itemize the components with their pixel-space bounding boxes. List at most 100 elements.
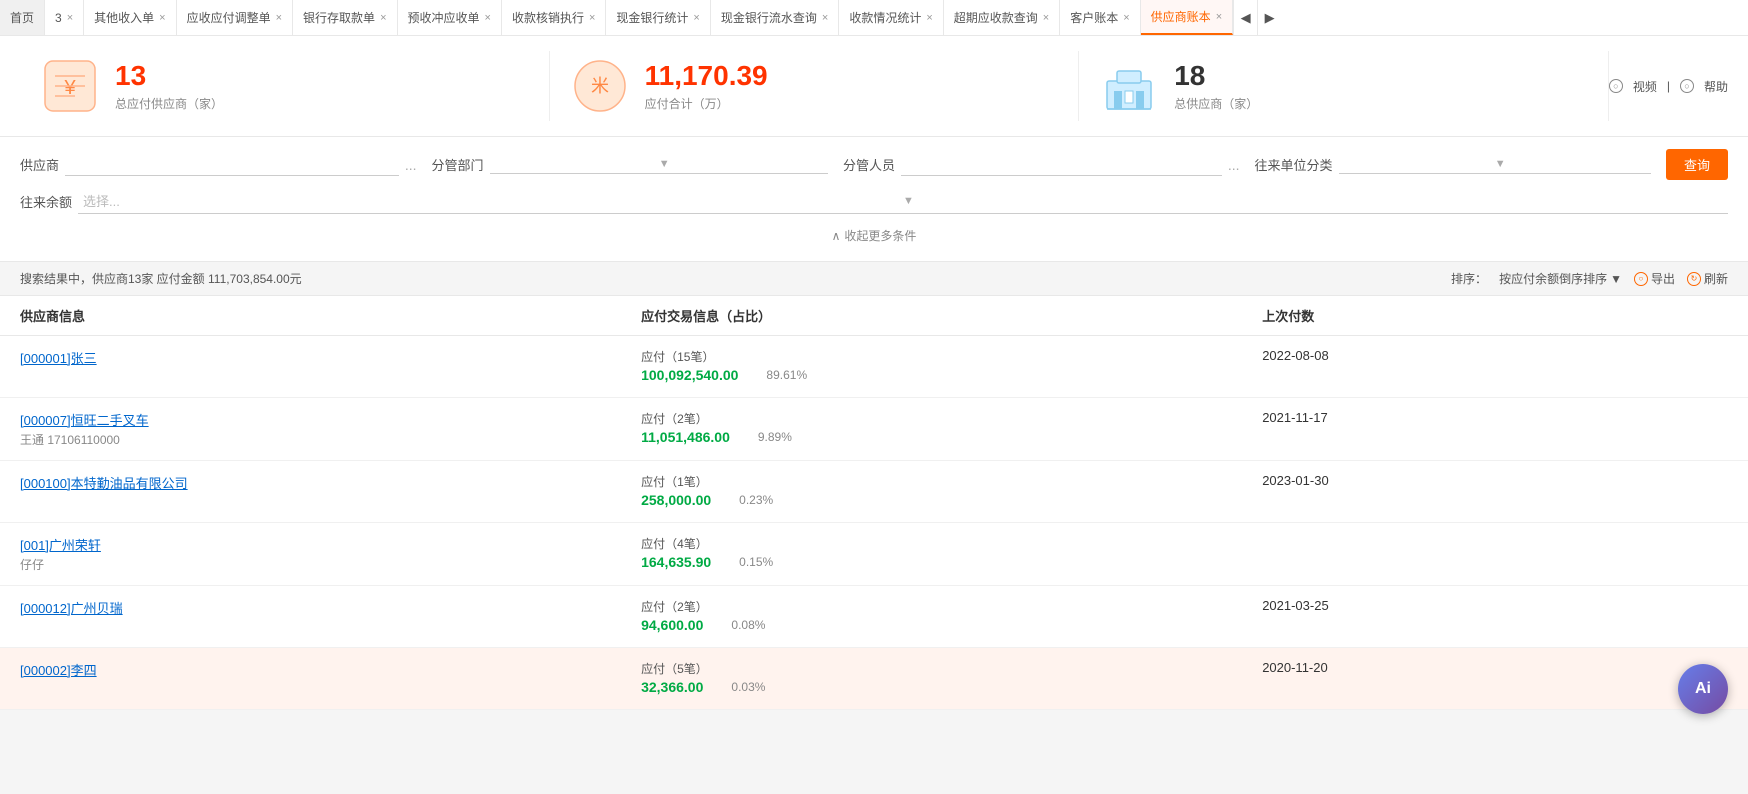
payment-date: 2023-01-30 [1262, 473, 1329, 488]
last-payment-cell: 2022-08-08 [1262, 348, 1728, 363]
supplier-link[interactable]: [000100]本特勤油品有限公司 [20, 476, 188, 491]
refresh-icon: ↻ [1687, 272, 1701, 286]
person-input[interactable] [901, 154, 1222, 176]
trans-amount[interactable]: 258,000.00 [641, 492, 711, 508]
close-icon[interactable]: × [693, 12, 699, 24]
close-icon[interactable]: × [822, 12, 828, 24]
trans-percent: 0.23% [739, 493, 773, 507]
dept-label: 分管部门 [432, 155, 484, 174]
supplier-cell: [000001]张三 [20, 348, 641, 367]
supplier-link[interactable]: [000002]李四 [20, 663, 97, 678]
ai-assistant-button[interactable]: Ai [1678, 664, 1728, 714]
supplier-label: 供应商 [20, 155, 59, 174]
supplier-ellipsis[interactable]: ... [405, 157, 417, 173]
total-suppliers-value: 18 [1174, 60, 1258, 92]
close-icon[interactable]: × [926, 12, 932, 24]
trans-amount[interactable]: 100,092,540.00 [641, 367, 738, 383]
sort-select[interactable]: 按应付余额倒序排序 ▼ [1499, 270, 1622, 287]
nav-tab-ar-ap-adjust[interactable]: 应收应付调整单 × [177, 0, 293, 35]
supplier-link[interactable]: [000007]恒旺二手叉车 [20, 413, 149, 428]
filter-row-2: 往来余额 选择... ▼ [20, 188, 1728, 214]
help-doc-link[interactable]: 帮助 [1704, 78, 1728, 95]
help-video-link[interactable]: 视频 [1633, 78, 1657, 95]
person-ellipsis[interactable]: ... [1228, 157, 1240, 173]
close-icon[interactable]: × [1216, 11, 1222, 23]
nav-tab-cash-flow-query[interactable]: 现金银行流水查询 × [711, 0, 839, 35]
help-circle-icon: ○ [1609, 79, 1623, 93]
export-button[interactable]: ○ 导出 [1634, 270, 1675, 287]
nav-arrow-right[interactable]: ▶ [1257, 0, 1281, 36]
nav-arrow-left[interactable]: ◀ [1233, 0, 1257, 36]
table-section: 供应商信息 应付交易信息（占比） 上次付数 [000001]张三 应付（15笔）… [0, 296, 1748, 710]
close-icon[interactable]: × [485, 12, 491, 24]
close-icon[interactable]: × [1043, 12, 1049, 24]
top-nav: 首页 3 × 其他收入单 × 应收应付调整单 × 银行存取款单 × 预收冲应收单… [0, 0, 1748, 36]
supplier-input[interactable] [65, 154, 399, 176]
query-button[interactable]: 查询 [1666, 149, 1728, 180]
last-payment-cell: 2021-11-17 [1262, 410, 1728, 425]
nav-tab-receipt-stat[interactable]: 收款情况统计 × [839, 0, 943, 35]
help-separator: | [1667, 79, 1670, 93]
nav-tab-prepay-ar[interactable]: 预收冲应收单 × [398, 0, 502, 35]
supplier-filter: 供应商 ... [20, 154, 417, 176]
trans-amount[interactable]: 164,635.90 [641, 554, 711, 570]
sort-dropdown-icon: ▼ [1610, 272, 1622, 286]
supplier-link[interactable]: [000001]张三 [20, 351, 97, 366]
dept-select[interactable]: ▼ [490, 155, 828, 174]
trans-label: 应付（1笔） [641, 473, 708, 490]
trans-amount[interactable]: 32,366.00 [641, 679, 703, 695]
close-icon[interactable]: × [380, 12, 386, 24]
collapse-filters-button[interactable]: ∧ 收起更多条件 [20, 222, 1728, 249]
supplier-link[interactable]: [001]广州荣轩 [20, 538, 101, 553]
result-actions: 排序： 按应付余额倒序排序 ▼ ○ 导出 ↻ 刷新 [1451, 270, 1728, 287]
nav-tab-overdue-ar[interactable]: 超期应收款查询 × [944, 0, 1060, 35]
nav-tab-supplier-ledger[interactable]: 供应商账本 × [1141, 0, 1233, 35]
filter-row-1: 供应商 ... 分管部门 ▼ 分管人员 ... 往来单位分类 ▼ 查询 [20, 149, 1728, 180]
trans-percent: 0.15% [739, 555, 773, 569]
col-header-supplier: 供应商信息 [20, 306, 641, 325]
nav-tab-home[interactable]: 首页 [0, 0, 45, 35]
close-icon[interactable]: × [159, 12, 165, 24]
summary-section: ¥ 13 总应付供应商（家） 米 11,170.39 应付合计（万） [0, 36, 1748, 137]
supplier-link[interactable]: [000012]广州贝瑞 [20, 601, 123, 616]
close-icon[interactable]: × [276, 12, 282, 24]
close-icon[interactable]: × [589, 12, 595, 24]
supplier-cell: [000012]广州贝瑞 [20, 598, 641, 617]
ai-label: Ai [1695, 680, 1711, 698]
supplier-cell: [000100]本特勤油品有限公司 [20, 473, 641, 492]
nav-tab-customer-ledger[interactable]: 客户账本 × [1060, 0, 1140, 35]
table-row: [000100]本特勤油品有限公司 应付（1笔） 258,000.00 0.23… [0, 461, 1748, 523]
trans-percent: 89.61% [766, 368, 807, 382]
refresh-button[interactable]: ↻ 刷新 [1687, 270, 1728, 287]
trans-label: 应付（4笔） [641, 535, 708, 552]
nav-tab-cash-bank-stat[interactable]: 现金银行统计 × [606, 0, 710, 35]
export-icon: ○ [1634, 272, 1648, 286]
transaction-cell: 应付（15笔） 100,092,540.00 89.61% [641, 348, 1262, 385]
nav-tab-receipt-verify[interactable]: 收款核销执行 × [502, 0, 606, 35]
nav-tab-bank-deposit[interactable]: 银行存取款单 × [293, 0, 397, 35]
trans-percent: 9.89% [758, 430, 792, 444]
table-row: [001]广州荣轩 仔仔 应付（4笔） 164,635.90 0.15% [0, 523, 1748, 586]
help-links: ○ 视频 | ○ 帮助 [1609, 78, 1728, 95]
close-icon[interactable]: × [1123, 12, 1129, 24]
trans-label: 应付（2笔） [641, 410, 708, 427]
balance-select[interactable]: 选择... ▼ [78, 188, 1728, 214]
payable-total-icon: 米 [570, 56, 630, 116]
trans-amount[interactable]: 11,051,486.00 [641, 429, 730, 445]
svg-text:米: 米 [591, 76, 609, 96]
nav-tab-other-income[interactable]: 其他收入单 × [84, 0, 176, 35]
payable-suppliers-value: 13 [115, 60, 223, 92]
payable-suppliers-label: 总应付供应商（家） [115, 95, 223, 112]
filter-section: 供应商 ... 分管部门 ▼ 分管人员 ... 往来单位分类 ▼ 查询 往来 [0, 137, 1748, 262]
supplier-cell: [000002]李四 [20, 660, 641, 679]
trans-amount[interactable]: 94,600.00 [641, 617, 703, 633]
trans-percent: 0.08% [731, 618, 765, 632]
category-select[interactable]: ▼ [1339, 155, 1651, 174]
transaction-cell: 应付（2笔） 11,051,486.00 9.89% [641, 410, 1262, 447]
nav-tab-3[interactable]: 3 × [45, 0, 84, 35]
person-label: 分管人员 [843, 155, 895, 174]
result-bar: 搜索结果中，供应商13家 应付金额 111,703,854.00元 排序： 按应… [0, 262, 1748, 296]
close-icon[interactable]: × [67, 12, 73, 24]
summary-card-payable-suppliers: ¥ 13 总应付供应商（家） [20, 51, 550, 121]
last-payment-cell: 2021-03-25 [1262, 598, 1728, 613]
